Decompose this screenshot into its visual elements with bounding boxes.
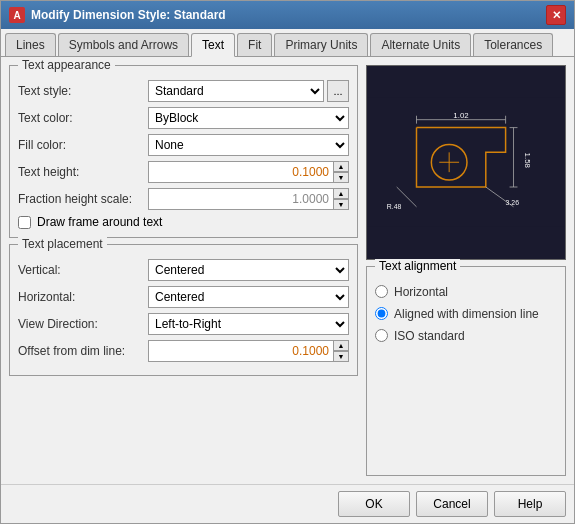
- horizontal-row: Horizontal: Centered: [18, 286, 349, 308]
- offset-spin-btns: ▲ ▼: [333, 340, 349, 362]
- aligned-radio[interactable]: [375, 307, 388, 320]
- left-panel: Text appearance Text style: Standard ...…: [9, 65, 358, 476]
- help-button[interactable]: Help: [494, 491, 566, 517]
- tab-alternate[interactable]: Alternate Units: [370, 33, 471, 56]
- offset-down-btn[interactable]: ▼: [333, 351, 349, 362]
- text-alignment-title: Text alignment: [375, 259, 460, 273]
- text-height-label: Text height:: [18, 165, 148, 179]
- text-height-spin-btns: ▲ ▼: [333, 161, 349, 183]
- close-button[interactable]: ✕: [546, 5, 566, 25]
- text-style-browse-button[interactable]: ...: [327, 80, 349, 102]
- text-height-row: Text height: 0.1000 ▲ ▼: [18, 161, 349, 183]
- offset-up-btn[interactable]: ▲: [333, 340, 349, 351]
- fraction-height-spin-btns: ▲ ▼: [333, 188, 349, 210]
- text-style-select[interactable]: Standard: [148, 80, 324, 102]
- text-style-controls: Standard ...: [148, 80, 349, 102]
- fraction-height-row: Fraction height scale: 1.0000 ▲ ▼: [18, 188, 349, 210]
- text-alignment-group: Text alignment Horizontal Aligned with d…: [366, 266, 566, 477]
- draw-frame-label: Draw frame around text: [37, 215, 162, 229]
- horizontal-controls: Centered: [148, 286, 349, 308]
- tab-text[interactable]: Text: [191, 33, 235, 57]
- text-appearance-title: Text appearance: [18, 58, 115, 72]
- horizontal-radio-row: Horizontal: [375, 285, 557, 299]
- tab-tolerances[interactable]: Tolerances: [473, 33, 553, 56]
- view-direction-controls: Left-to-Right: [148, 313, 349, 335]
- vertical-row: Vertical: Centered: [18, 259, 349, 281]
- svg-text:1.58: 1.58: [523, 153, 532, 169]
- fraction-height-spinner: 1.0000 ▲ ▼: [148, 188, 349, 210]
- text-appearance-group: Text appearance Text style: Standard ...…: [9, 65, 358, 238]
- offset-row: Offset from dim line: 0.1000 ▲ ▼: [18, 340, 349, 362]
- fraction-height-label: Fraction height scale:: [18, 192, 148, 206]
- view-direction-select[interactable]: Left-to-Right: [148, 313, 349, 335]
- text-height-spinner: 0.1000 ▲ ▼: [148, 161, 349, 183]
- text-style-label: Text style:: [18, 84, 148, 98]
- preview-box: 1.02 1.58 3.26: [366, 65, 566, 260]
- aligned-radio-label: Aligned with dimension line: [394, 307, 539, 321]
- fill-color-select[interactable]: None: [148, 134, 349, 156]
- iso-radio-row: ISO standard: [375, 329, 557, 343]
- text-placement-group: Text placement Vertical: Centered Horizo…: [9, 244, 358, 376]
- tab-fit[interactable]: Fit: [237, 33, 272, 56]
- footer: OK Cancel Help: [1, 484, 574, 523]
- text-placement-title: Text placement: [18, 237, 107, 251]
- view-direction-label: View Direction:: [18, 317, 148, 331]
- preview-svg: 1.02 1.58 3.26: [367, 66, 565, 259]
- draw-frame-row: Draw frame around text: [18, 215, 349, 229]
- vertical-select[interactable]: Centered: [148, 259, 349, 281]
- text-color-select[interactable]: ByBlock: [148, 107, 349, 129]
- tabs-bar: Lines Symbols and Arrows Text Fit Primar…: [1, 29, 574, 57]
- cancel-button[interactable]: Cancel: [416, 491, 488, 517]
- aligned-radio-row: Aligned with dimension line: [375, 307, 557, 321]
- fraction-height-input[interactable]: 1.0000: [148, 188, 333, 210]
- vertical-controls: Centered: [148, 259, 349, 281]
- svg-text:3.26: 3.26: [506, 199, 520, 206]
- text-color-label: Text color:: [18, 111, 148, 125]
- horizontal-label: Horizontal:: [18, 290, 148, 304]
- horizontal-select[interactable]: Centered: [148, 286, 349, 308]
- content-area: Text appearance Text style: Standard ...…: [1, 57, 574, 484]
- text-height-controls: 0.1000 ▲ ▼: [148, 161, 349, 183]
- svg-text:R.48: R.48: [387, 203, 402, 210]
- ok-button[interactable]: OK: [338, 491, 410, 517]
- offset-input[interactable]: 0.1000: [148, 340, 333, 362]
- tab-primary[interactable]: Primary Units: [274, 33, 368, 56]
- fill-color-label: Fill color:: [18, 138, 148, 152]
- text-height-input[interactable]: 0.1000: [148, 161, 333, 183]
- text-color-row: Text color: ByBlock: [18, 107, 349, 129]
- tab-symbols[interactable]: Symbols and Arrows: [58, 33, 189, 56]
- main-window: A Modify Dimension Style: Standard ✕ Lin…: [0, 0, 575, 524]
- iso-radio-label: ISO standard: [394, 329, 465, 343]
- horizontal-radio[interactable]: [375, 285, 388, 298]
- iso-radio[interactable]: [375, 329, 388, 342]
- horizontal-radio-label: Horizontal: [394, 285, 448, 299]
- app-icon: A: [9, 7, 25, 23]
- title-bar: A Modify Dimension Style: Standard ✕: [1, 1, 574, 29]
- right-panel: 1.02 1.58 3.26: [366, 65, 566, 476]
- window-title: Modify Dimension Style: Standard: [31, 8, 226, 22]
- text-color-controls: ByBlock: [148, 107, 349, 129]
- title-bar-left: A Modify Dimension Style: Standard: [9, 7, 226, 23]
- text-height-down-btn[interactable]: ▼: [333, 172, 349, 183]
- tab-lines[interactable]: Lines: [5, 33, 56, 56]
- svg-text:1.02: 1.02: [453, 111, 468, 120]
- fraction-height-up-btn[interactable]: ▲: [333, 188, 349, 199]
- draw-frame-checkbox[interactable]: [18, 216, 31, 229]
- vertical-label: Vertical:: [18, 263, 148, 277]
- fraction-height-controls: 1.0000 ▲ ▼: [148, 188, 349, 210]
- offset-label: Offset from dim line:: [18, 344, 148, 358]
- fraction-height-down-btn[interactable]: ▼: [333, 199, 349, 210]
- offset-controls: 0.1000 ▲ ▼: [148, 340, 349, 362]
- fill-color-row: Fill color: None: [18, 134, 349, 156]
- text-height-up-btn[interactable]: ▲: [333, 161, 349, 172]
- text-style-row: Text style: Standard ...: [18, 80, 349, 102]
- fill-color-controls: None: [148, 134, 349, 156]
- view-direction-row: View Direction: Left-to-Right: [18, 313, 349, 335]
- offset-spinner: 0.1000 ▲ ▼: [148, 340, 349, 362]
